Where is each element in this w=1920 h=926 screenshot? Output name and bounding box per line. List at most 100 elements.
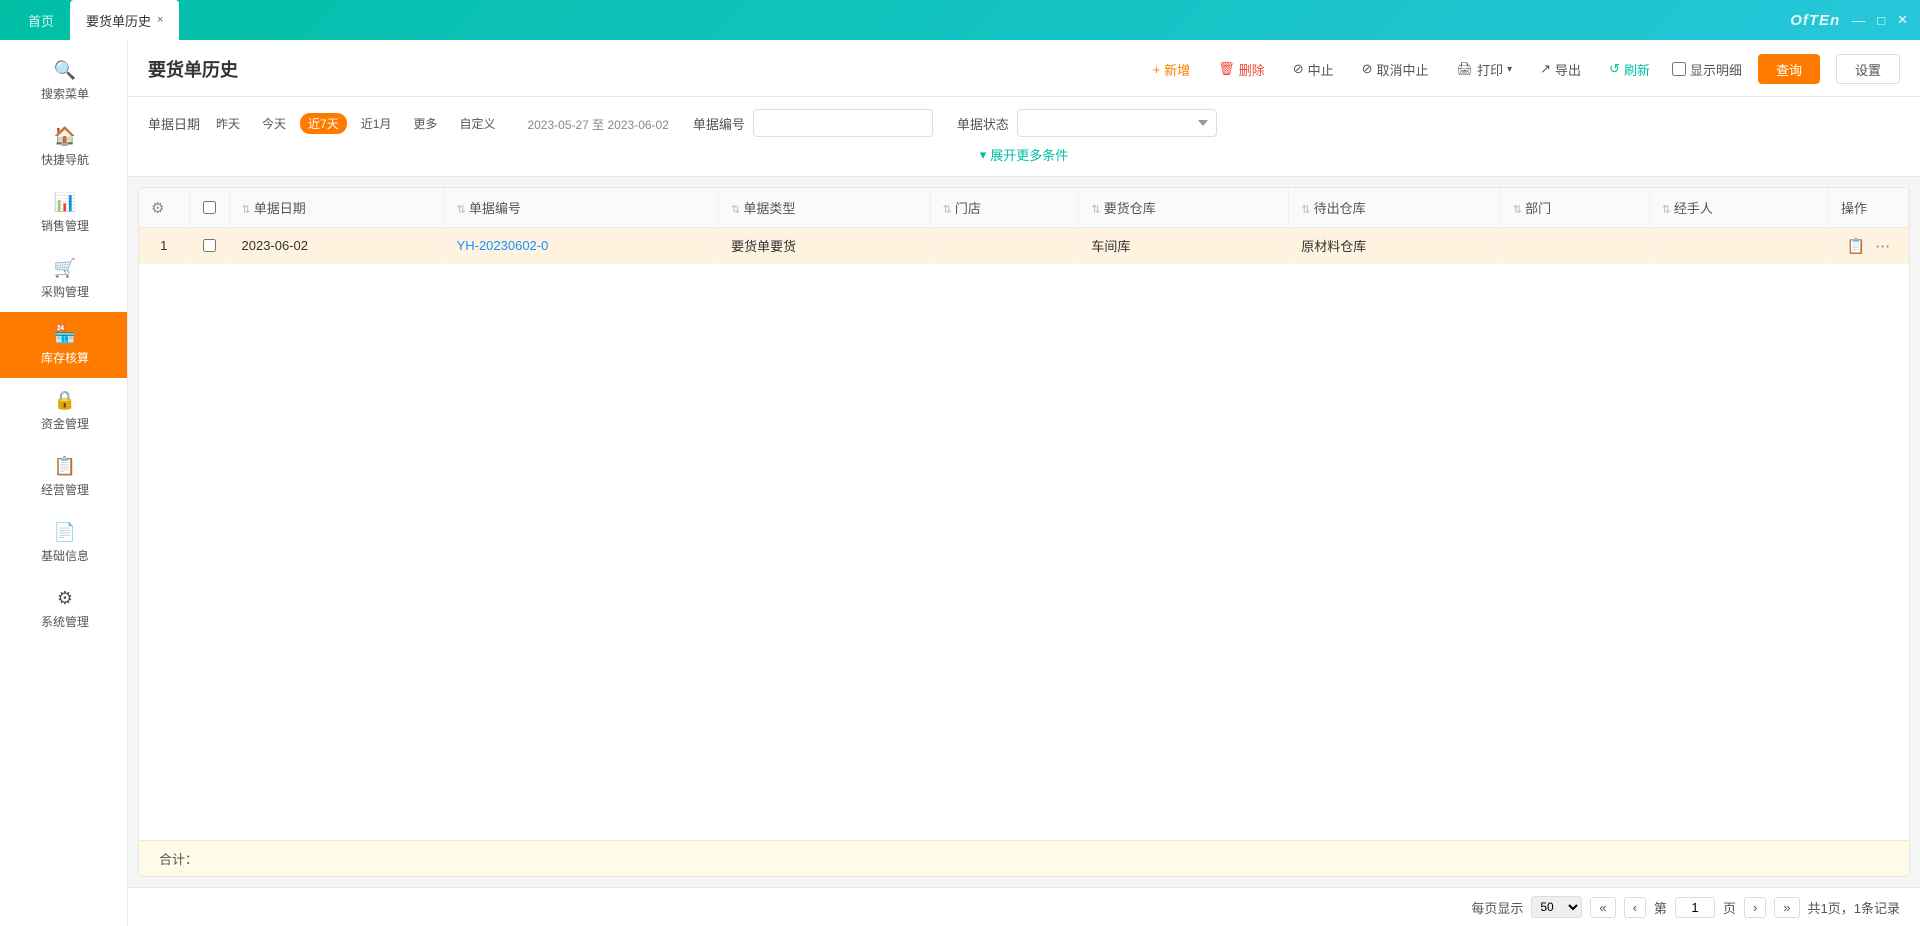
order-no-filter-group: 单据编号 bbox=[693, 109, 933, 137]
setting-button[interactable]: 设置 bbox=[1836, 54, 1900, 84]
export-icon: ↗ bbox=[1540, 61, 1551, 77]
table-footer: 合计： bbox=[139, 840, 1909, 876]
close-btn[interactable]: ✕ bbox=[1897, 12, 1908, 28]
status-label: 单据状态 bbox=[957, 114, 1009, 133]
stop-button[interactable]: ⊘ 中止 bbox=[1287, 56, 1340, 83]
expand-icon: ▾ bbox=[980, 147, 987, 163]
row-checkbox[interactable] bbox=[203, 239, 216, 252]
date-btn-custom[interactable]: 自定义 bbox=[451, 113, 503, 134]
print-button[interactable]: 🖨 打印 ▾ bbox=[1451, 56, 1519, 83]
date-btn-7days[interactable]: 近7天 bbox=[300, 113, 347, 134]
order-no-label: 单据编号 bbox=[693, 114, 745, 133]
cancel-stop-icon: ⊘ bbox=[1362, 61, 1373, 77]
date-range-display: 2023-05-27 至 2023-06-02 bbox=[527, 116, 668, 133]
sidebar-item-label-search-menu: 搜索菜单 bbox=[41, 85, 89, 102]
sidebar-item-basic-info[interactable]: 📄 基础信息 bbox=[0, 510, 127, 576]
date-btn-more[interactable]: 更多 bbox=[405, 113, 445, 134]
pagination-prev-btn[interactable]: ‹ bbox=[1624, 897, 1646, 918]
sidebar-item-label-sys-mgmt: 系统管理 bbox=[41, 613, 89, 630]
page-input[interactable] bbox=[1675, 897, 1715, 918]
display-toggle[interactable]: 显示明细 bbox=[1672, 60, 1742, 79]
display-toggle-checkbox[interactable] bbox=[1672, 62, 1686, 76]
sidebar: 🔍 搜索菜单 🏠 快捷导航 📊 销售管理 🛒 采购管理 🏪 库存核算 🔒 资金管… bbox=[0, 40, 128, 926]
stop-label: 中止 bbox=[1308, 60, 1334, 79]
status-select[interactable] bbox=[1017, 109, 1217, 137]
top-bar: 首页 要货单历史 × OfTEn — □ ✕ bbox=[0, 0, 1920, 40]
tab-home-label: 首页 bbox=[28, 11, 54, 30]
pagination-first-btn[interactable]: « bbox=[1590, 897, 1615, 918]
per-page-select[interactable]: 20 50 100 200 bbox=[1531, 896, 1582, 918]
order-no-input[interactable] bbox=[753, 109, 933, 137]
sidebar-item-quick-nav[interactable]: 🏠 快捷导航 bbox=[0, 114, 127, 180]
sidebar-item-finance-mgmt[interactable]: 🔒 资金管理 bbox=[0, 378, 127, 444]
status-filter-group: 单据状态 bbox=[957, 109, 1217, 137]
table-empty-space bbox=[139, 264, 1909, 840]
add-icon: + bbox=[1153, 62, 1161, 77]
refresh-button[interactable]: ↺ 刷新 bbox=[1603, 56, 1656, 83]
date-btn-1month[interactable]: 近1月 bbox=[353, 113, 400, 134]
col-req-warehouse[interactable]: 要货仓库 bbox=[1079, 188, 1289, 228]
refresh-label: 刷新 bbox=[1624, 60, 1650, 79]
delete-button[interactable]: 🗑 删除 bbox=[1212, 56, 1271, 83]
sidebar-item-search-menu[interactable]: 🔍 搜索菜单 bbox=[0, 48, 127, 114]
tab-home[interactable]: 首页 bbox=[12, 0, 70, 40]
finance-mgmt-icon: 🔒 bbox=[54, 390, 76, 411]
tab-close-icon[interactable]: × bbox=[157, 14, 163, 26]
sidebar-item-purchase-mgmt[interactable]: 🛒 采购管理 bbox=[0, 246, 127, 312]
date-btn-today[interactable]: 今天 bbox=[254, 113, 294, 134]
column-settings-icon[interactable]: ⚙ bbox=[151, 200, 164, 217]
quick-nav-icon: 🏠 bbox=[54, 126, 76, 147]
tab-requisition-history-label: 要货单历史 bbox=[86, 11, 151, 30]
table-container: ⚙ 单据日期 单据编号 bbox=[138, 187, 1910, 877]
maximize-btn[interactable]: □ bbox=[1877, 13, 1885, 28]
query-button[interactable]: 查询 bbox=[1758, 54, 1820, 84]
delete-icon: 🗑 bbox=[1218, 61, 1235, 77]
col-store-label: 门店 bbox=[955, 201, 981, 216]
col-type-label: 单据类型 bbox=[743, 201, 795, 216]
total-info: 共1页，1条记录 bbox=[1808, 898, 1900, 917]
row-more-icon[interactable]: ⋯ bbox=[1875, 238, 1890, 255]
sidebar-item-ops-mgmt[interactable]: 📋 经营管理 bbox=[0, 444, 127, 510]
print-icon: 🖨 bbox=[1457, 61, 1474, 77]
tab-requisition-history[interactable]: 要货单历史 × bbox=[70, 0, 179, 40]
col-pending-warehouse[interactable]: 待出仓库 bbox=[1289, 188, 1501, 228]
date-filter-group: 单据日期 昨天 今天 近7天 近1月 更多 自定义 bbox=[148, 113, 503, 134]
date-btn-yesterday[interactable]: 昨天 bbox=[208, 113, 248, 134]
select-all-checkbox[interactable] bbox=[203, 201, 216, 214]
page-title: 要货单历史 bbox=[148, 56, 238, 82]
expand-label: 展开更多条件 bbox=[990, 145, 1068, 164]
sys-mgmt-icon: ⚙ bbox=[57, 588, 73, 609]
order-no-link[interactable]: YH-20230602-0 bbox=[457, 238, 549, 253]
sidebar-item-label-purchase-mgmt: 采购管理 bbox=[41, 283, 89, 300]
pagination-next-btn[interactable]: › bbox=[1744, 897, 1766, 918]
col-date[interactable]: 单据日期 bbox=[229, 188, 444, 228]
add-button[interactable]: + 新增 bbox=[1147, 56, 1197, 83]
sidebar-item-inventory[interactable]: 🏪 库存核算 bbox=[0, 312, 127, 378]
col-handler[interactable]: 经手人 bbox=[1649, 188, 1828, 228]
minimize-btn[interactable]: — bbox=[1852, 13, 1865, 28]
export-button[interactable]: ↗ 导出 bbox=[1534, 56, 1587, 83]
pagination-bar: 每页显示 20 50 100 200 « ‹ 第 页 › » 共1页，1条记录 bbox=[128, 887, 1920, 926]
delete-label: 删除 bbox=[1239, 60, 1265, 79]
pagination-last-btn[interactable]: » bbox=[1774, 897, 1799, 918]
toolbar: + 新增 🗑 删除 ⊘ 中止 ⊘ 取消中止 bbox=[1147, 54, 1900, 84]
sidebar-item-sys-mgmt[interactable]: ⚙ 系统管理 bbox=[0, 576, 127, 642]
sidebar-item-label-basic-info: 基础信息 bbox=[41, 547, 89, 564]
cell-store bbox=[930, 228, 1079, 264]
col-type[interactable]: 单据类型 bbox=[719, 188, 931, 228]
cell-type: 要货单要货 bbox=[719, 228, 931, 264]
sidebar-item-sales-mgmt[interactable]: 📊 销售管理 bbox=[0, 180, 127, 246]
print-label: 打印 bbox=[1477, 60, 1503, 79]
cancel-stop-button[interactable]: ⊘ 取消中止 bbox=[1356, 56, 1435, 83]
col-no[interactable]: 单据编号 bbox=[444, 188, 719, 228]
row-view-icon[interactable]: 📋 bbox=[1847, 238, 1866, 255]
expand-more-btn[interactable]: ▾ 展开更多条件 bbox=[148, 145, 1900, 164]
col-dept[interactable]: 部门 bbox=[1500, 188, 1649, 228]
inventory-icon: 🏪 bbox=[54, 324, 76, 345]
date-range-group: 2023-05-27 至 2023-06-02 bbox=[527, 114, 668, 133]
cell-check bbox=[189, 228, 229, 264]
col-store[interactable]: 门店 bbox=[930, 188, 1079, 228]
table-row: 1 2023-06-02 YH-20230602-0 要货单要货 车间库 bbox=[139, 228, 1909, 264]
display-toggle-label: 显示明细 bbox=[1690, 60, 1742, 79]
cell-date: 2023-06-02 bbox=[229, 228, 444, 264]
